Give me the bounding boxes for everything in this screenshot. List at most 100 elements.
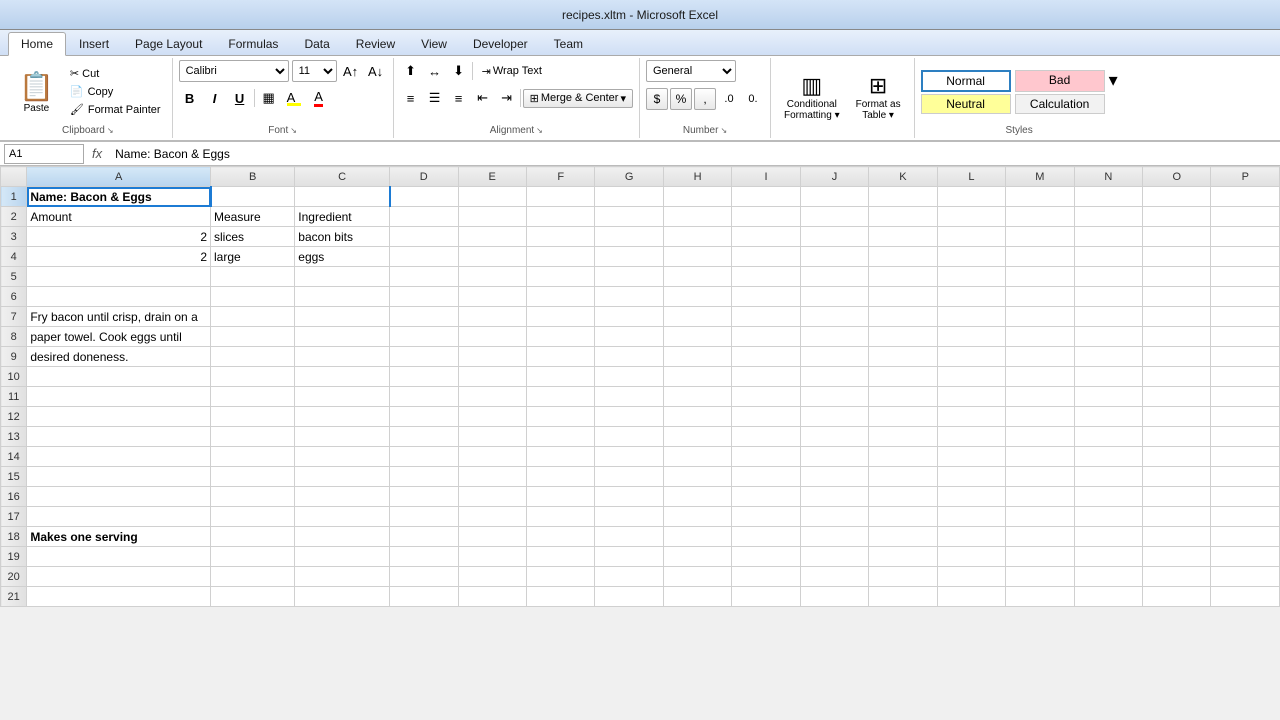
cell-H18[interactable] (663, 527, 731, 547)
cell-K5[interactable] (869, 267, 937, 287)
col-header-N[interactable]: N (1074, 167, 1142, 187)
cell-A17[interactable] (27, 507, 211, 527)
cell-O11[interactable] (1143, 387, 1211, 407)
cell-E15[interactable] (458, 467, 526, 487)
col-header-A[interactable]: A (27, 167, 211, 187)
align-middle-button[interactable]: ↔ (424, 60, 446, 82)
cell-P1[interactable] (1211, 187, 1280, 207)
row-header-10[interactable]: 10 (1, 367, 27, 387)
cell-K7[interactable] (869, 307, 937, 327)
cell-M18[interactable] (1006, 527, 1074, 547)
cell-K1[interactable] (869, 187, 937, 207)
align-right-button[interactable]: ≡ (448, 87, 470, 109)
cell-D18[interactable] (390, 527, 458, 547)
cell-C10[interactable] (295, 367, 390, 387)
style-more-button[interactable]: ▾ (1109, 70, 1118, 92)
row-header-8[interactable]: 8 (1, 327, 27, 347)
cell-L12[interactable] (937, 407, 1005, 427)
cell-M6[interactable] (1006, 287, 1074, 307)
cell-E11[interactable] (458, 387, 526, 407)
cell-K3[interactable] (869, 227, 937, 247)
cell-E17[interactable] (458, 507, 526, 527)
cell-K2[interactable] (869, 207, 937, 227)
cell-F13[interactable] (526, 427, 594, 447)
cell-H8[interactable] (663, 327, 731, 347)
cell-H4[interactable] (663, 247, 731, 267)
cell-A7[interactable]: Fry bacon until crisp, drain on a (27, 307, 211, 327)
font-color-button[interactable]: A (308, 87, 330, 109)
cell-F1[interactable] (526, 187, 594, 207)
cell-J16[interactable] (800, 487, 868, 507)
cell-M1[interactable] (1006, 187, 1074, 207)
cell-A4[interactable]: 2 (27, 247, 211, 267)
cell-O17[interactable] (1143, 507, 1211, 527)
cell-C19[interactable] (295, 547, 390, 567)
cell-E4[interactable] (458, 247, 526, 267)
cell-H21[interactable] (663, 587, 731, 607)
cell-J21[interactable] (800, 587, 868, 607)
cell-J12[interactable] (800, 407, 868, 427)
cell-D15[interactable] (390, 467, 458, 487)
cell-D17[interactable] (390, 507, 458, 527)
cell-N7[interactable] (1074, 307, 1142, 327)
cell-E12[interactable] (458, 407, 526, 427)
cell-O8[interactable] (1143, 327, 1211, 347)
cell-L1[interactable] (937, 187, 1005, 207)
style-normal-button[interactable]: Normal (921, 70, 1011, 92)
tab-review[interactable]: Review (343, 32, 408, 55)
cell-N13[interactable] (1074, 427, 1142, 447)
cell-B14[interactable] (211, 447, 295, 467)
cell-P15[interactable] (1211, 467, 1280, 487)
cell-J4[interactable] (800, 247, 868, 267)
cell-K15[interactable] (869, 467, 937, 487)
cell-A2[interactable]: Amount (27, 207, 211, 227)
cell-G9[interactable] (595, 347, 663, 367)
cell-J1[interactable] (800, 187, 868, 207)
cell-F9[interactable] (526, 347, 594, 367)
cell-K20[interactable] (869, 567, 937, 587)
cell-J2[interactable] (800, 207, 868, 227)
col-header-D[interactable]: D (390, 167, 458, 187)
cell-E13[interactable] (458, 427, 526, 447)
cell-D19[interactable] (390, 547, 458, 567)
cell-K13[interactable] (869, 427, 937, 447)
cell-C4[interactable]: eggs (295, 247, 390, 267)
cell-H16[interactable] (663, 487, 731, 507)
cell-B20[interactable] (211, 567, 295, 587)
cell-I14[interactable] (732, 447, 800, 467)
row-header-18[interactable]: 18 (1, 527, 27, 547)
cell-C9[interactable] (295, 347, 390, 367)
cell-J3[interactable] (800, 227, 868, 247)
cell-D4[interactable] (390, 247, 458, 267)
cell-F5[interactable] (526, 267, 594, 287)
cell-K4[interactable] (869, 247, 937, 267)
col-header-K[interactable]: K (869, 167, 937, 187)
cell-O6[interactable] (1143, 287, 1211, 307)
cell-D5[interactable] (390, 267, 458, 287)
cell-B4[interactable]: large (211, 247, 295, 267)
cell-I6[interactable] (732, 287, 800, 307)
col-header-I[interactable]: I (732, 167, 800, 187)
cell-H7[interactable] (663, 307, 731, 327)
cell-C1[interactable] (295, 187, 390, 207)
cell-H13[interactable] (663, 427, 731, 447)
cell-P17[interactable] (1211, 507, 1280, 527)
cell-N1[interactable] (1074, 187, 1142, 207)
cell-D14[interactable] (390, 447, 458, 467)
cell-M12[interactable] (1006, 407, 1074, 427)
cell-F4[interactable] (526, 247, 594, 267)
cell-I16[interactable] (732, 487, 800, 507)
cell-N6[interactable] (1074, 287, 1142, 307)
cell-K11[interactable] (869, 387, 937, 407)
cell-O9[interactable] (1143, 347, 1211, 367)
cell-J5[interactable] (800, 267, 868, 287)
cell-G16[interactable] (595, 487, 663, 507)
cell-I11[interactable] (732, 387, 800, 407)
cell-M10[interactable] (1006, 367, 1074, 387)
cell-F15[interactable] (526, 467, 594, 487)
cell-E19[interactable] (458, 547, 526, 567)
cell-M2[interactable] (1006, 207, 1074, 227)
cell-J15[interactable] (800, 467, 868, 487)
cell-P13[interactable] (1211, 427, 1280, 447)
cell-H11[interactable] (663, 387, 731, 407)
